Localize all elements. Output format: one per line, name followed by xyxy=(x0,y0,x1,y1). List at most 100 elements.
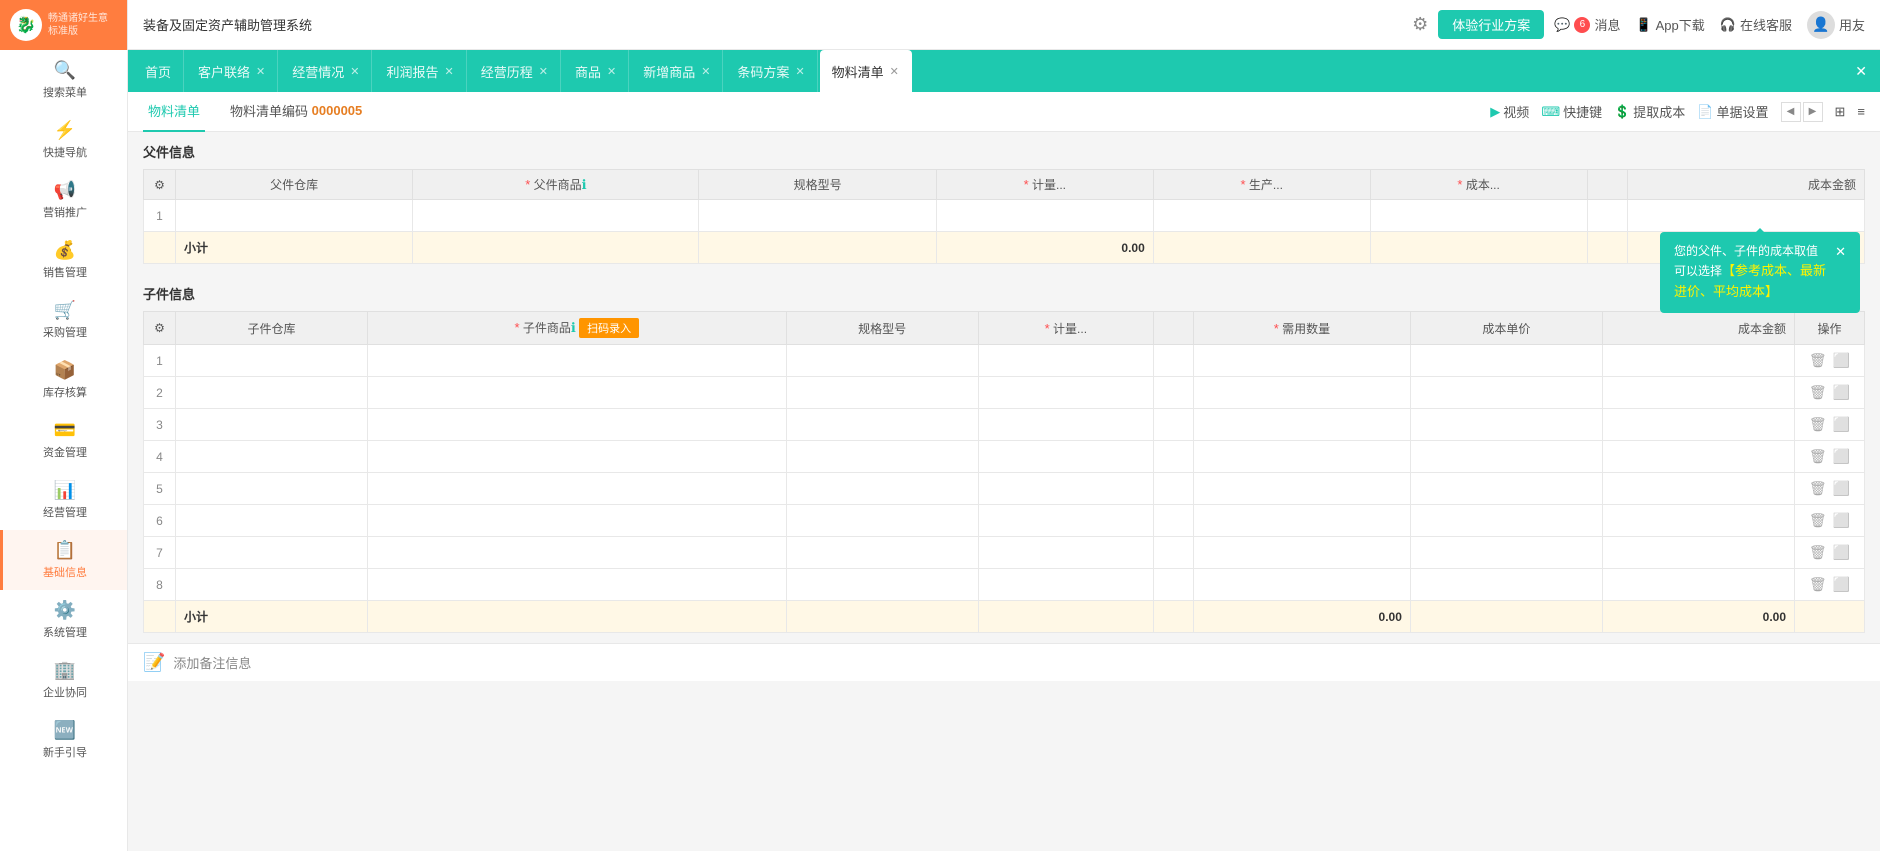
child-row-4-unit[interactable] xyxy=(978,441,1153,473)
child-row-2-spec[interactable] xyxy=(786,377,978,409)
scan-input-button[interactable]: 扫码录入 xyxy=(579,318,639,338)
child-row-3-unit-cost[interactable] xyxy=(1410,409,1602,441)
child-row-7-warehouse[interactable] xyxy=(176,537,368,569)
child-row-4-unit-cost[interactable] xyxy=(1410,441,1602,473)
delete-row-1-icon[interactable]: 🗑 xyxy=(1809,352,1827,369)
single-settings-button[interactable]: 📄 单据设置 xyxy=(1697,102,1768,121)
child-row-5-qty[interactable] xyxy=(1194,473,1411,505)
parent-row-1-cost[interactable] xyxy=(1370,200,1587,232)
parent-col-settings[interactable]: ⚙ xyxy=(144,170,176,200)
shortcut-button[interactable]: ⌨ 快捷键 xyxy=(1541,102,1602,121)
child-row-1-qty[interactable] xyxy=(1194,345,1411,377)
copy-row-8-icon[interactable]: ⬜ xyxy=(1833,576,1850,593)
child-row-4-qty[interactable] xyxy=(1194,441,1411,473)
sidebar-item-quick-nav[interactable]: ⚡ 快捷导航 xyxy=(0,110,127,170)
close-barcode-tab-icon[interactable]: ✕ xyxy=(795,65,804,78)
nav-next-btn[interactable]: ▶ xyxy=(1803,102,1823,122)
tab-profit[interactable]: 利润报告 ✕ xyxy=(374,50,466,92)
child-row-6-unit[interactable] xyxy=(978,505,1153,537)
close-customer-tab-icon[interactable]: ✕ xyxy=(256,65,265,78)
parent-row-1-unit[interactable] xyxy=(936,200,1153,232)
child-row-3-spec[interactable] xyxy=(786,409,978,441)
child-row-7-spec[interactable] xyxy=(786,537,978,569)
delete-row-3-icon[interactable]: 🗑 xyxy=(1809,416,1827,433)
close-history-tab-icon[interactable]: ✕ xyxy=(539,65,548,78)
delete-row-7-icon[interactable]: 🗑 xyxy=(1809,544,1827,561)
child-row-6-qty[interactable] xyxy=(1194,505,1411,537)
child-row-2-product[interactable] xyxy=(368,377,787,409)
close-bom-tab-icon[interactable]: ✕ xyxy=(890,65,899,78)
copy-row-7-icon[interactable]: ⬜ xyxy=(1833,544,1850,561)
message-button[interactable]: 💬 6 消息 xyxy=(1554,15,1620,34)
parent-row-1-produce[interactable] xyxy=(1153,200,1370,232)
tab-new-goods[interactable]: 新增商品 ✕ xyxy=(631,50,723,92)
child-row-7-unit-cost[interactable] xyxy=(1410,537,1602,569)
parent-row-1-product[interactable] xyxy=(413,200,699,232)
child-row-6-unit-cost[interactable] xyxy=(1410,505,1602,537)
grid-view-button[interactable]: ⊞ xyxy=(1835,104,1846,120)
sidebar-item-guide[interactable]: 🆕 新手引导 xyxy=(0,710,127,770)
close-profit-tab-icon[interactable]: ✕ xyxy=(445,65,454,78)
user-avatar[interactable]: 👤 用友 xyxy=(1807,11,1865,39)
child-row-1-unit-cost[interactable] xyxy=(1410,345,1602,377)
view-button[interactable]: ▶ 视频 xyxy=(1490,102,1529,121)
child-row-5-unit-cost[interactable] xyxy=(1410,473,1602,505)
copy-row-3-icon[interactable]: ⬜ xyxy=(1833,416,1850,433)
sidebar-item-marketing[interactable]: 📢 营销推广 xyxy=(0,170,127,230)
sidebar-item-sales[interactable]: 💰 销售管理 xyxy=(0,230,127,290)
child-row-1-spec[interactable] xyxy=(786,345,978,377)
child-row-5-product[interactable] xyxy=(368,473,787,505)
child-row-6-product[interactable] xyxy=(368,505,787,537)
close-operation-tab-icon[interactable]: ✕ xyxy=(350,65,359,78)
tab-history[interactable]: 经营历程 ✕ xyxy=(469,50,561,92)
delete-row-5-icon[interactable]: 🗑 xyxy=(1809,480,1827,497)
child-col-settings[interactable]: ⚙ xyxy=(144,312,176,345)
close-goods-tab-icon[interactable]: ✕ xyxy=(607,65,616,78)
tab-bom[interactable]: 物料清单 ✕ xyxy=(820,50,912,92)
delete-row-4-icon[interactable]: 🗑 xyxy=(1809,448,1827,465)
child-row-4-product[interactable] xyxy=(368,441,787,473)
copy-row-2-icon[interactable]: ⬜ xyxy=(1833,384,1850,401)
child-row-5-spec[interactable] xyxy=(786,473,978,505)
child-row-3-product[interactable] xyxy=(368,409,787,441)
child-row-3-warehouse[interactable] xyxy=(176,409,368,441)
child-row-1-product[interactable] xyxy=(368,345,787,377)
parent-row-1-warehouse[interactable] xyxy=(176,200,413,232)
app-download-button[interactable]: 📱 App下载 xyxy=(1635,15,1704,34)
child-row-2-unit-cost[interactable] xyxy=(1410,377,1602,409)
child-row-7-qty[interactable] xyxy=(1194,537,1411,569)
trial-button[interactable]: 体验行业方案 xyxy=(1438,10,1544,39)
sidebar-item-basic[interactable]: 📋 基础信息 xyxy=(0,530,127,590)
child-row-7-product[interactable] xyxy=(368,537,787,569)
online-service-button[interactable]: 🎧 在线客服 xyxy=(1720,15,1792,34)
child-row-5-warehouse[interactable] xyxy=(176,473,368,505)
copy-row-6-icon[interactable]: ⬜ xyxy=(1833,512,1850,529)
copy-row-1-icon[interactable]: ⬜ xyxy=(1833,352,1850,369)
delete-row-6-icon[interactable]: 🗑 xyxy=(1809,512,1827,529)
sidebar-item-inventory[interactable]: 📦 库存核算 xyxy=(0,350,127,410)
copy-row-4-icon[interactable]: ⬜ xyxy=(1833,448,1850,465)
sidebar-item-search[interactable]: 🔍 搜索菜单 xyxy=(0,50,127,110)
close-all-tabs-button[interactable]: ✕ xyxy=(1847,59,1875,84)
tab-home[interactable]: 首页 xyxy=(133,50,184,92)
list-view-button[interactable]: ≡ xyxy=(1857,104,1865,119)
child-row-3-qty[interactable] xyxy=(1194,409,1411,441)
parent-row-1-spec[interactable] xyxy=(699,200,936,232)
child-row-1-warehouse[interactable] xyxy=(176,345,368,377)
tab-goods[interactable]: 商品 ✕ xyxy=(563,50,629,92)
child-row-6-warehouse[interactable] xyxy=(176,505,368,537)
tooltip-close-button[interactable]: ✕ xyxy=(1835,242,1846,263)
tab-customer[interactable]: 客户联络 ✕ xyxy=(186,50,278,92)
copy-row-5-icon[interactable]: ⬜ xyxy=(1833,480,1850,497)
child-row-8-unit-cost[interactable] xyxy=(1410,569,1602,601)
sidebar-item-finance[interactable]: 💳 资金管理 xyxy=(0,410,127,470)
tab-operation-status[interactable]: 经营情况 ✕ xyxy=(280,50,372,92)
child-row-8-unit[interactable] xyxy=(978,569,1153,601)
child-row-2-unit[interactable] xyxy=(978,377,1153,409)
child-row-7-unit[interactable] xyxy=(978,537,1153,569)
sidebar-item-corp[interactable]: 🏢 企业协同 xyxy=(0,650,127,710)
child-row-6-spec[interactable] xyxy=(786,505,978,537)
child-row-3-unit[interactable] xyxy=(978,409,1153,441)
child-row-8-product[interactable] xyxy=(368,569,787,601)
sub-tab-bom-code[interactable]: 物料清单编码 0000005 xyxy=(225,92,367,132)
